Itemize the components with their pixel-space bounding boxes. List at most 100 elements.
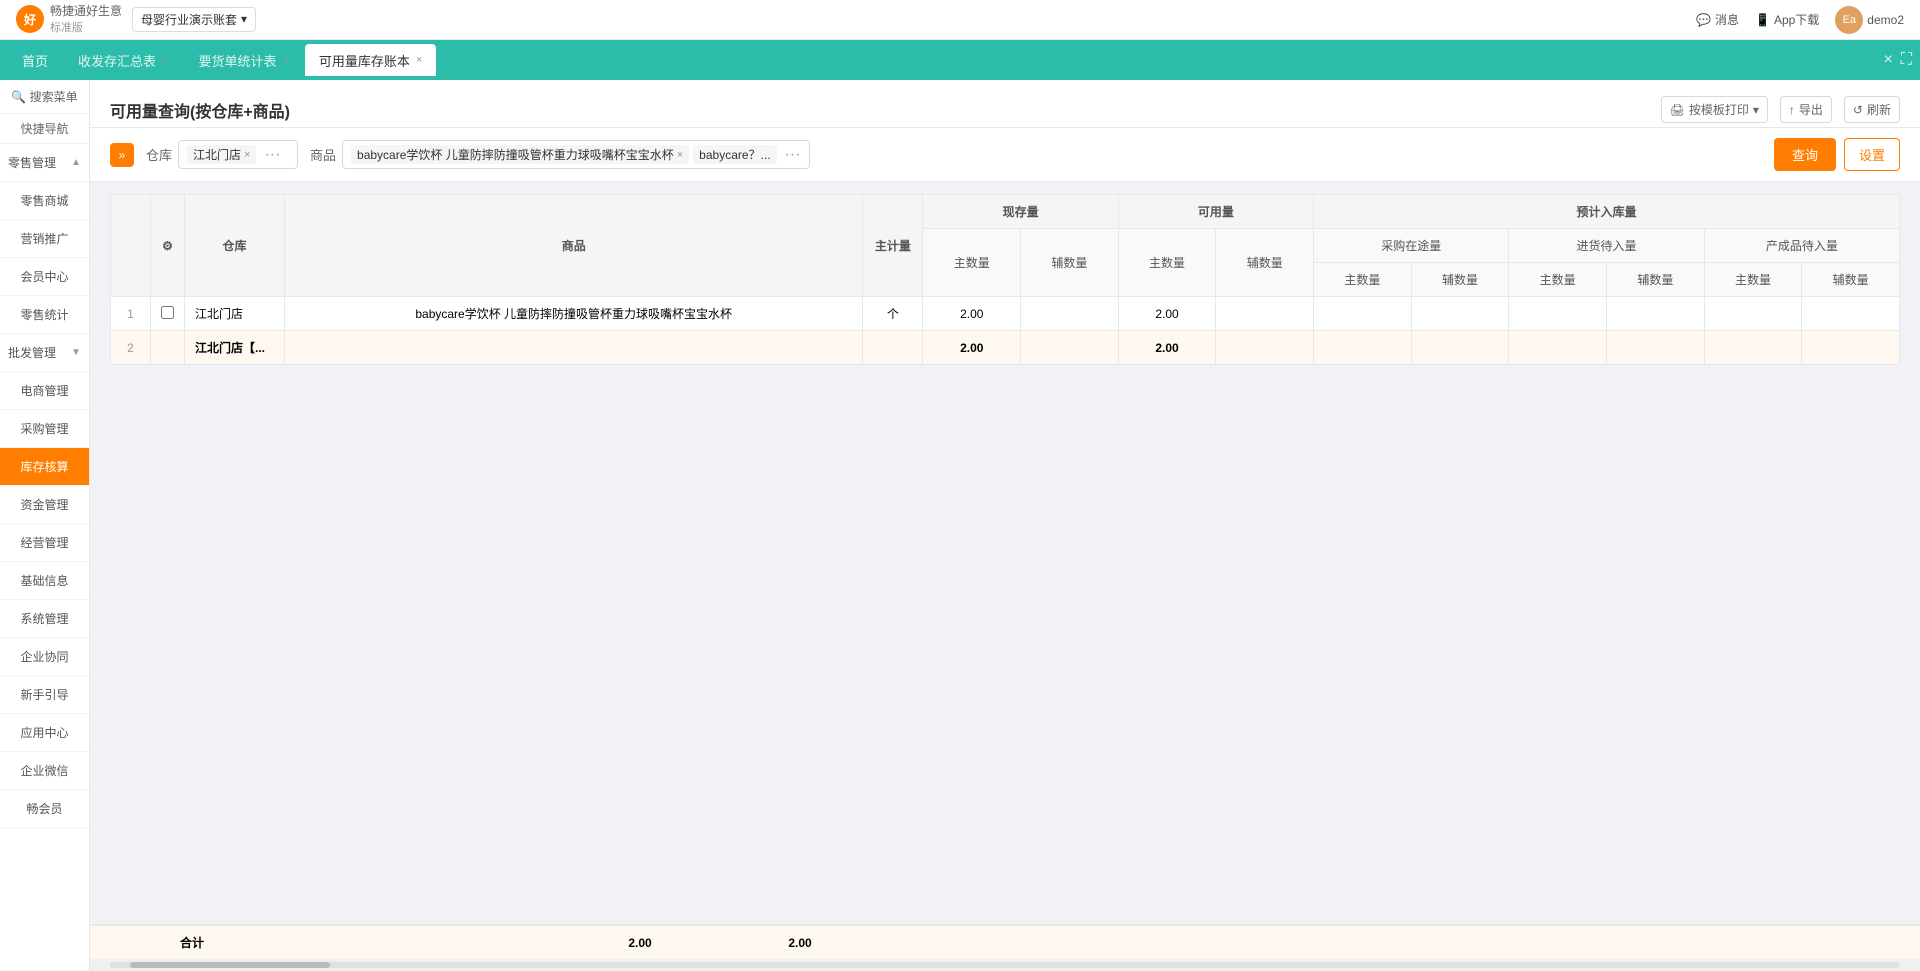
user-area[interactable]: Ea demo2 xyxy=(1835,6,1904,34)
warehouse-tag-remove[interactable]: × xyxy=(244,149,250,161)
cell-stock-main-2: 2.00 xyxy=(923,331,1021,365)
industry-selector[interactable]: 母婴行业演示账套 ▾ xyxy=(132,7,256,32)
sidebar-quick-nav[interactable]: 快捷导航 xyxy=(0,114,89,144)
sidebar-item-finance[interactable]: 资金管理 xyxy=(0,486,89,524)
scroll-track[interactable] xyxy=(110,962,1900,968)
cell-check-1[interactable] xyxy=(151,297,185,331)
export-icon: ↑ xyxy=(1789,103,1795,117)
logo-area: 好 畅捷通好生意 标准版 xyxy=(16,4,122,34)
product-tag1-remove[interactable]: × xyxy=(677,149,683,161)
refresh-label: 刷新 xyxy=(1867,101,1891,118)
tab-order-stats-close[interactable]: × xyxy=(282,54,288,66)
wholesale-mgmt-arrow: ▼ xyxy=(71,347,81,358)
expand-filter-btn[interactable]: » xyxy=(110,143,134,167)
settings-btn[interactable]: 设置 xyxy=(1844,138,1900,171)
warehouse-tag: 江北门店 × xyxy=(187,145,256,164)
product-more-icon[interactable]: ··· xyxy=(785,146,801,164)
tab-available-stock[interactable]: 可用量库存账本 × xyxy=(305,44,436,76)
cell-product-main-2 xyxy=(1704,331,1802,365)
sidebar-item-retail-mall[interactable]: 零售商城 xyxy=(0,182,89,220)
app-center-label: 应用中心 xyxy=(20,724,68,741)
query-btn[interactable]: 查询 xyxy=(1774,138,1836,171)
sidebar-item-operations[interactable]: 经营管理 xyxy=(0,524,89,562)
sidebar-item-app-center[interactable]: 应用中心 xyxy=(0,714,89,752)
sidebar-item-corp-wechat[interactable]: 企业微信 xyxy=(0,752,89,790)
th-stock-main: 主数量 xyxy=(923,229,1021,297)
th-settings[interactable]: ⚙ xyxy=(151,195,185,297)
operations-label: 经营管理 xyxy=(20,534,68,551)
nav-actions: × ⛶ xyxy=(1883,51,1912,69)
sidebar-item-new-guide[interactable]: 新手引导 xyxy=(0,676,89,714)
th-purchase-transit: 采购在途量 xyxy=(1314,229,1509,263)
th-avail-aux: 辅数量 xyxy=(1216,229,1314,297)
cell-purchase-aux-2 xyxy=(1411,331,1509,365)
tab-receive-send[interactable]: 收发存汇总表 × xyxy=(64,44,182,76)
message-btn[interactable]: 💬 消息 xyxy=(1696,11,1739,28)
cell-product-main-1 xyxy=(1704,297,1802,331)
sidebar-item-wholesale-mgmt[interactable]: 批发管理 ▼ xyxy=(0,334,89,372)
sidebar-search[interactable]: 🔍 搜索菜单 xyxy=(0,80,89,114)
cell-stock-main-1: 2.00 xyxy=(923,297,1021,331)
purchase-mgmt-label: 采购管理 xyxy=(20,420,68,437)
page-title: 可用量查询(按仓库+商品) xyxy=(110,98,290,122)
th-avail-main: 主数量 xyxy=(1118,229,1216,297)
sidebar-item-marketing[interactable]: 营销推广 xyxy=(0,220,89,258)
export-btn[interactable]: ↑ 导出 xyxy=(1780,96,1832,123)
warehouse-label: 仓库 xyxy=(146,145,172,164)
warehouse-more-icon[interactable]: ··· xyxy=(264,146,280,164)
cell-purchase-main-2 xyxy=(1314,331,1412,365)
sidebar-item-member-center[interactable]: 会员中心 xyxy=(0,258,89,296)
sidebar-item-retail-stats[interactable]: 零售统计 xyxy=(0,296,89,334)
cell-product-2 xyxy=(285,331,863,365)
logo-icon: 好 xyxy=(16,5,44,33)
content-area: 可用量查询(按仓库+商品) 🖨 按模板打印 ▾ ↑ 导出 ↺ 刷新 » xyxy=(90,80,1920,971)
tab-receive-send-close[interactable]: × xyxy=(162,54,168,66)
scroll-thumb[interactable] xyxy=(130,962,330,968)
cell-stock-aux-2 xyxy=(1021,331,1119,365)
refresh-btn[interactable]: ↺ 刷新 xyxy=(1844,96,1900,123)
cell-product-1: babycare学饮杯 儿童防摔防撞吸管杯重力球吸嘴杯宝宝水杯 xyxy=(285,297,863,331)
search-label: 搜索菜单 xyxy=(30,90,78,104)
th-product-main: 主数量 xyxy=(1704,263,1802,297)
sidebar: 🔍 搜索菜单 快捷导航 零售管理 ▲ 零售商城 营销推广 会员中心 零售统计 批… xyxy=(0,80,90,971)
warehouse-input[interactable]: 江北门店 × ··· xyxy=(178,140,298,169)
page-header-actions: 🖨 按模板打印 ▾ ↑ 导出 ↺ 刷新 xyxy=(1661,96,1900,123)
sidebar-item-inventory[interactable]: 库存核算 xyxy=(0,448,89,486)
sidebar-item-vip-member[interactable]: 畅会员 xyxy=(0,790,89,828)
cell-incoming-aux-2 xyxy=(1607,331,1705,365)
tab-home[interactable]: 首页 xyxy=(8,44,62,76)
cell-unit-2 xyxy=(863,331,923,365)
product-input[interactable]: babycare学饮杯 儿童防摔防撞吸管杯重力球吸嘴杯宝宝水杯 × babyca… xyxy=(342,140,810,169)
print-btn[interactable]: 🖨 按模板打印 ▾ xyxy=(1661,96,1768,123)
sidebar-item-sys-mgmt[interactable]: 系统管理 xyxy=(0,600,89,638)
cell-check-2[interactable] xyxy=(151,331,185,365)
top-bar-right: 💬 消息 📱 App下载 Ea demo2 xyxy=(1696,6,1904,34)
inventory-label: 库存核算 xyxy=(20,458,68,475)
horizontal-scrollbar[interactable] xyxy=(90,959,1920,971)
tab-order-stats[interactable]: 要货单统计表 × xyxy=(184,44,302,76)
filter-bar: » 仓库 江北门店 × ··· 商品 babycare学饮杯 儿童防摔防撞吸管杯… xyxy=(90,128,1920,182)
marketing-label: 营销推广 xyxy=(20,230,68,247)
sidebar-item-enterprise[interactable]: 企业协同 xyxy=(0,638,89,676)
app-download-btn[interactable]: 📱 App下载 xyxy=(1755,11,1819,28)
cell-product-aux-2 xyxy=(1802,331,1900,365)
cell-stock-aux-1 xyxy=(1021,297,1119,331)
cell-no-2: 2 xyxy=(111,331,151,365)
finance-label: 资金管理 xyxy=(20,496,68,513)
row-checkbox-1[interactable] xyxy=(161,306,174,319)
sidebar-item-retail-mgmt[interactable]: 零售管理 ▲ xyxy=(0,144,89,182)
top-bar-left: 好 畅捷通好生意 标准版 母婴行业演示账套 ▾ xyxy=(16,4,256,34)
retail-mall-label: 零售商城 xyxy=(20,192,68,209)
cell-no-1: 1 xyxy=(111,297,151,331)
sidebar-item-basics[interactable]: 基础信息 xyxy=(0,562,89,600)
tab-available-stock-close[interactable]: × xyxy=(416,54,422,66)
print-label: 按模板打印 xyxy=(1689,101,1749,118)
cell-unit-1: 个 xyxy=(863,297,923,331)
sidebar-item-purchase-mgmt[interactable]: 采购管理 xyxy=(0,410,89,448)
product-tag1-value: babycare学饮杯 儿童防摔防撞吸管杯重力球吸嘴杯宝宝水杯 xyxy=(357,146,674,163)
th-warehouse: 仓库 xyxy=(185,195,285,297)
close-all-btn[interactable]: × xyxy=(1883,51,1892,69)
sidebar-item-ecommerce[interactable]: 电商管理 xyxy=(0,372,89,410)
fullscreen-btn[interactable]: ⛶ xyxy=(1901,51,1912,69)
basics-label: 基础信息 xyxy=(20,572,68,589)
